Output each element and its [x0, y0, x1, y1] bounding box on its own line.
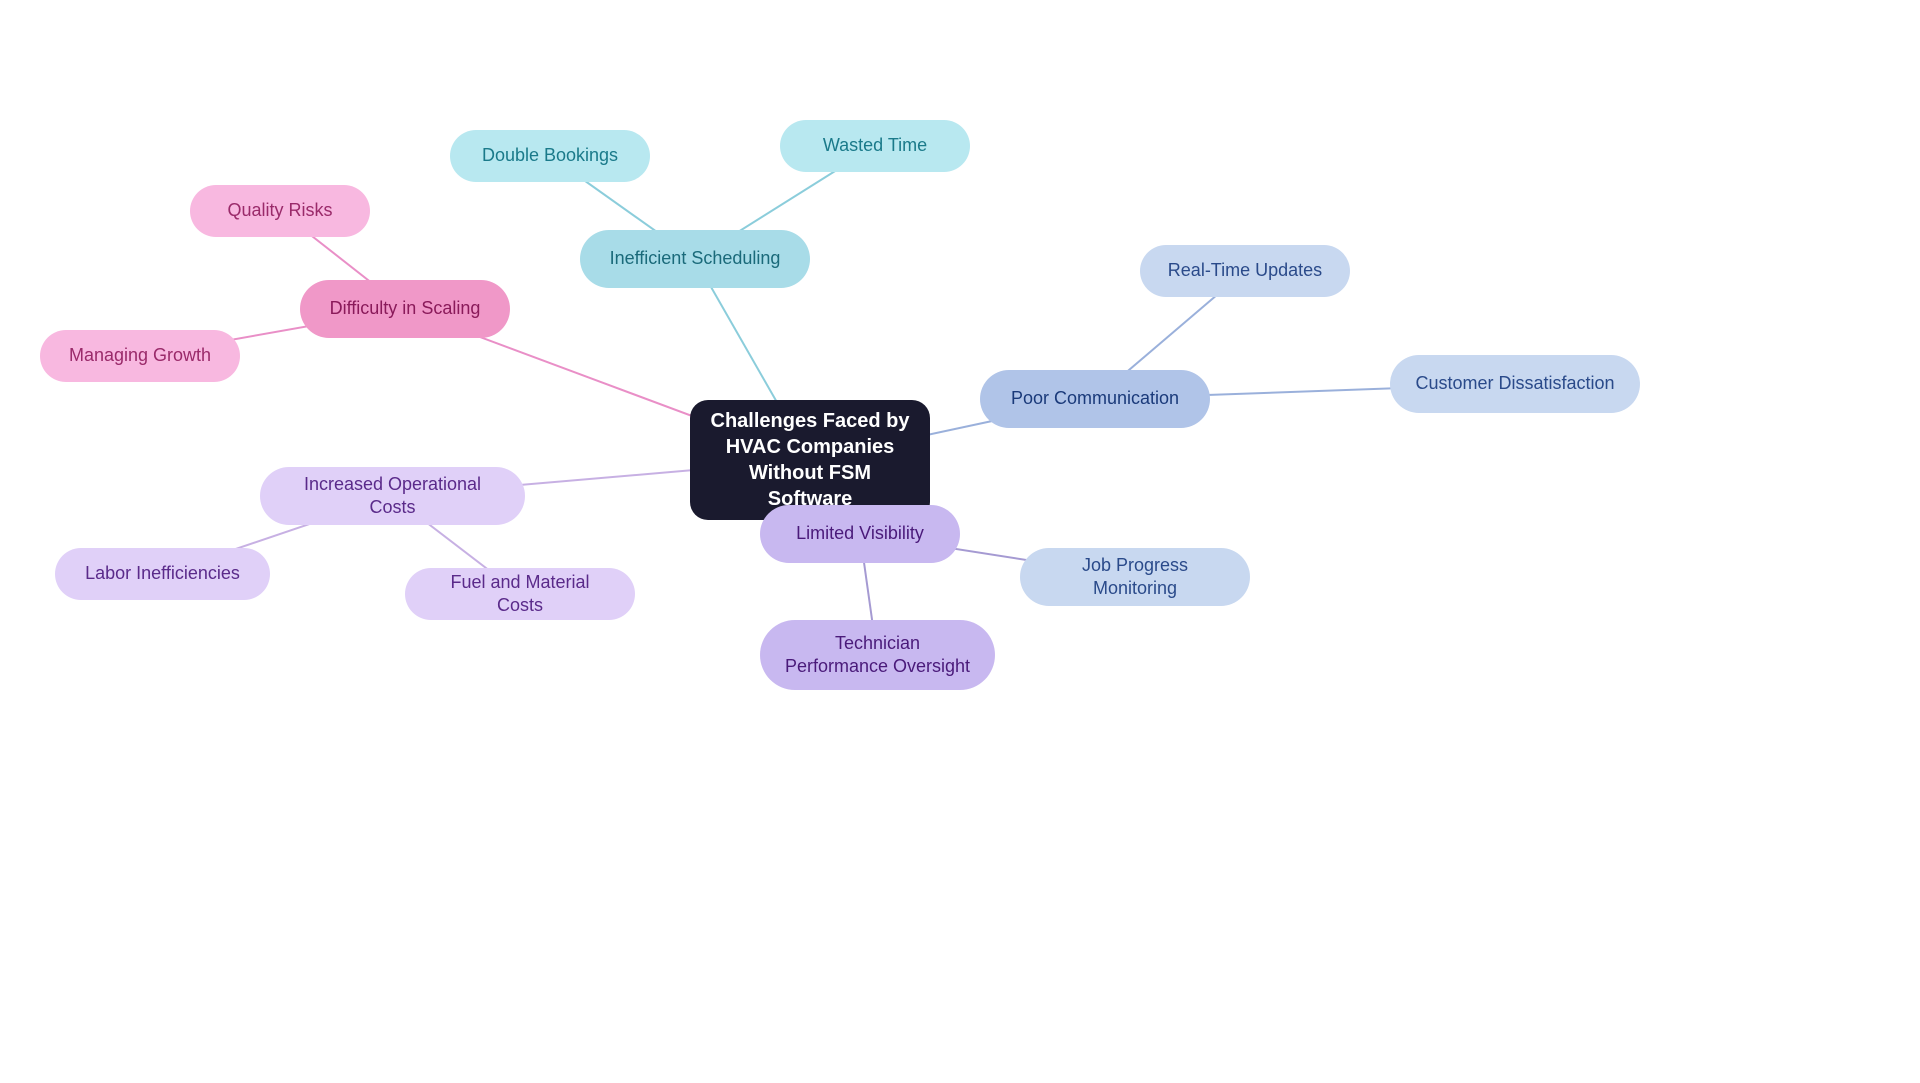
center-node: Challenges Faced by HVAC Companies Witho…	[690, 400, 930, 520]
increased-operational-costs-node: Increased Operational Costs	[260, 467, 525, 525]
difficulty-scaling-node: Difficulty in Scaling	[300, 280, 510, 338]
technician-performance-node: Technician Performance Oversight	[760, 620, 995, 690]
limited-visibility-node: Limited Visibility	[760, 505, 960, 563]
wasted-time-node: Wasted Time	[780, 120, 970, 172]
customer-dissatisfaction-node: Customer Dissatisfaction	[1390, 355, 1640, 413]
managing-growth-node: Managing Growth	[40, 330, 240, 382]
inefficient-scheduling-node: Inefficient Scheduling	[580, 230, 810, 288]
job-progress-monitoring-node: Job Progress Monitoring	[1020, 548, 1250, 606]
fuel-material-costs-node: Fuel and Material Costs	[405, 568, 635, 620]
double-bookings-node: Double Bookings	[450, 130, 650, 182]
labor-inefficiencies-node: Labor Inefficiencies	[55, 548, 270, 600]
real-time-updates-node: Real-Time Updates	[1140, 245, 1350, 297]
quality-risks-node: Quality Risks	[190, 185, 370, 237]
poor-communication-node: Poor Communication	[980, 370, 1210, 428]
